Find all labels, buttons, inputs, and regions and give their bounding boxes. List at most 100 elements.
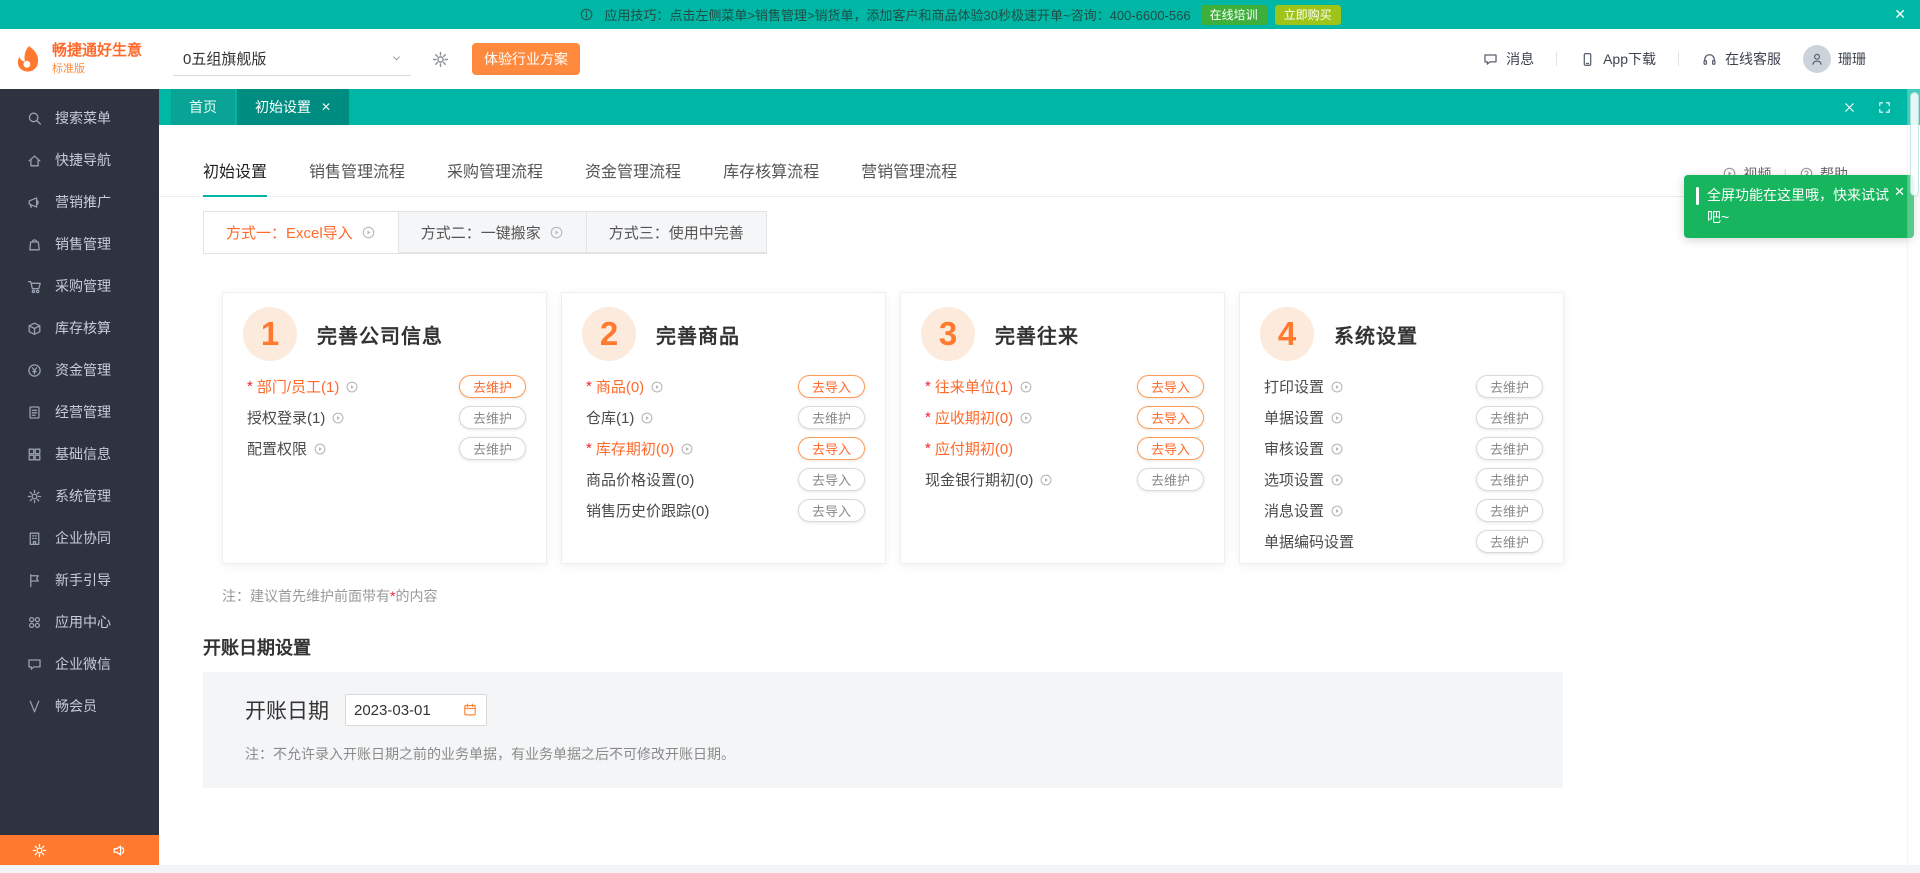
vertical-scrollbar[interactable]: [1907, 89, 1920, 865]
sidebar-item-search-menu[interactable]: 搜索菜单: [0, 97, 159, 139]
tab-close-icon[interactable]: ✕: [321, 100, 331, 114]
method-tab-complete-in-use[interactable]: 方式三：使用中完善: [586, 211, 767, 253]
sidebar-item-inventory[interactable]: 库存核算: [0, 307, 159, 349]
org-selector-value: 0五组旗舰版: [183, 51, 267, 68]
scrollbar-thumb[interactable]: [1910, 92, 1919, 196]
play-video-icon[interactable]: [1330, 442, 1344, 456]
notice-close-icon[interactable]: ✕: [1894, 0, 1906, 29]
online-training-badge[interactable]: 在线培训: [1200, 4, 1267, 25]
card-action-button[interactable]: 去维护: [1475, 468, 1543, 491]
sidebar-item-funds[interactable]: 资金管理: [0, 349, 159, 391]
card-action-button[interactable]: 去维护: [1136, 468, 1204, 491]
card-action-button[interactable]: 去维护: [797, 406, 865, 429]
sidebar-item-marketing[interactable]: 营销推广: [0, 181, 159, 223]
play-video-icon[interactable]: [650, 380, 664, 394]
card-step-number: 3: [921, 307, 975, 361]
window-tab-home[interactable]: 首页: [171, 89, 235, 125]
tab-marketing-flow[interactable]: 营销管理流程: [861, 151, 957, 197]
method-tab-one-key-move[interactable]: 方式二：一键搬家: [398, 211, 587, 253]
buy-now-badge[interactable]: 立即购买: [1274, 4, 1341, 25]
card-action-button[interactable]: 去维护: [458, 437, 526, 460]
announcement-speaker-icon[interactable]: [111, 842, 128, 859]
play-video-icon[interactable]: [1330, 473, 1344, 487]
sidebar-item-operations[interactable]: 经营管理: [0, 391, 159, 433]
card-action-button[interactable]: 去维护: [1475, 499, 1543, 522]
play-video-icon[interactable]: [1330, 504, 1344, 518]
card-action-button[interactable]: 去导入: [1136, 406, 1204, 429]
play-video-icon[interactable]: [640, 411, 654, 425]
card-action-button[interactable]: 去维护: [1475, 406, 1543, 429]
app-download-button[interactable]: App下载: [1579, 49, 1656, 69]
card-action-button[interactable]: 去维护: [458, 406, 526, 429]
card-action-button[interactable]: 去导入: [797, 437, 865, 460]
sidebar-item-member[interactable]: 畅会员: [0, 685, 159, 727]
card-action-button[interactable]: 去导入: [797, 499, 865, 522]
play-video-icon[interactable]: [345, 380, 359, 394]
tab-funds-flow[interactable]: 资金管理流程: [585, 151, 681, 197]
card-action-button[interactable]: 去导入: [797, 468, 865, 491]
sidebar-item-quick-nav[interactable]: 快捷导航: [0, 139, 159, 181]
user-button[interactable]: 珊珊: [1803, 45, 1866, 73]
compass-icon: [26, 152, 43, 169]
opening-date-section-title: 开账日期设置: [203, 638, 311, 658]
sidebar-settings-gear-icon[interactable]: [31, 842, 48, 859]
window-tab-bar: 首页 初始设置 ✕: [171, 89, 351, 125]
messages-button[interactable]: 消息: [1482, 49, 1534, 69]
opening-date-input[interactable]: 2023-03-01: [345, 694, 487, 726]
play-video-icon[interactable]: [1039, 473, 1053, 487]
sidebar-item-beginner-guide[interactable]: 新手引导: [0, 559, 159, 601]
tab-purchase-flow[interactable]: 采购管理流程: [447, 151, 543, 197]
fullscreen-icon[interactable]: [1877, 100, 1892, 115]
play-video-icon[interactable]: [1019, 411, 1033, 425]
play-video-icon[interactable]: [1019, 380, 1033, 394]
required-star: *: [925, 378, 931, 395]
sidebar-item-basic-info[interactable]: 基础信息: [0, 433, 159, 475]
tab-sales-flow[interactable]: 销售管理流程: [309, 151, 405, 197]
tab-initial-setup[interactable]: 初始设置: [203, 151, 268, 197]
card-item: * 商品价格设置(0) 去导入: [582, 464, 865, 495]
card-action-button[interactable]: 去导入: [1136, 437, 1204, 460]
coin-icon: [26, 362, 43, 379]
tab-inventory-flow[interactable]: 库存核算流程: [723, 151, 819, 197]
play-video-icon[interactable]: [680, 442, 694, 456]
required-star: *: [586, 440, 592, 457]
sidebar-item-wecom[interactable]: 企业微信: [0, 643, 159, 685]
sidebar-item-system[interactable]: 系统管理: [0, 475, 159, 517]
logo-icon: [14, 44, 44, 74]
method-tab-label: 方式一：Excel导入: [226, 224, 353, 242]
app-download-label: App下载: [1603, 51, 1656, 67]
card-action-button[interactable]: 去维护: [1475, 375, 1543, 398]
play-video-icon[interactable]: [549, 225, 564, 240]
online-service-button[interactable]: 在线客服: [1701, 49, 1781, 69]
sidebar-item-sales[interactable]: 销售管理: [0, 223, 159, 265]
sidebar-item-purchase[interactable]: 采购管理: [0, 265, 159, 307]
card-action-button[interactable]: 去维护: [1475, 530, 1543, 553]
window-tab-initial-setup[interactable]: 初始设置 ✕: [237, 89, 350, 125]
card-action-button[interactable]: 去导入: [1136, 375, 1204, 398]
sidebar-item-collaboration[interactable]: 企业协同: [0, 517, 159, 559]
tooltip-bar: [1696, 187, 1699, 205]
sidebar-item-label: 系统管理: [55, 488, 111, 504]
card-item-label: 审核设置: [1264, 441, 1325, 458]
card-item: * 单据设置 去维护: [1260, 402, 1543, 433]
settings-gear-icon[interactable]: [431, 50, 450, 69]
cards-note: 注：建议首先维护前面带有*的内容: [222, 588, 438, 604]
sidebar-item-app-center[interactable]: 应用中心: [0, 601, 159, 643]
play-video-icon[interactable]: [1330, 411, 1344, 425]
notice-bar: 应用技巧：点击左侧菜单>销售管理>销货单，添加客户和商品体验30秒极速开单~咨询…: [0, 0, 1920, 29]
card-action-button[interactable]: 去维护: [1475, 437, 1543, 460]
org-selector[interactable]: 0五组旗舰版: [173, 42, 411, 76]
play-video-icon[interactable]: [331, 411, 345, 425]
tooltip-close-icon[interactable]: ✕: [1894, 182, 1905, 202]
card-step-number: 4: [1260, 307, 1314, 361]
play-video-icon[interactable]: [1330, 380, 1344, 394]
card-action-button[interactable]: 去导入: [797, 375, 865, 398]
method-tab-excel-import[interactable]: 方式一：Excel导入: [203, 211, 399, 253]
play-video-icon[interactable]: [313, 442, 327, 456]
play-video-icon[interactable]: [361, 225, 376, 240]
card-item: * 商品(0) 去导入: [582, 371, 865, 402]
card-action-button[interactable]: 去维护: [458, 375, 526, 398]
calendar-icon[interactable]: [462, 702, 478, 718]
close-all-tabs-icon[interactable]: [1842, 100, 1857, 115]
try-industry-solution-button[interactable]: 体验行业方案: [472, 43, 580, 75]
